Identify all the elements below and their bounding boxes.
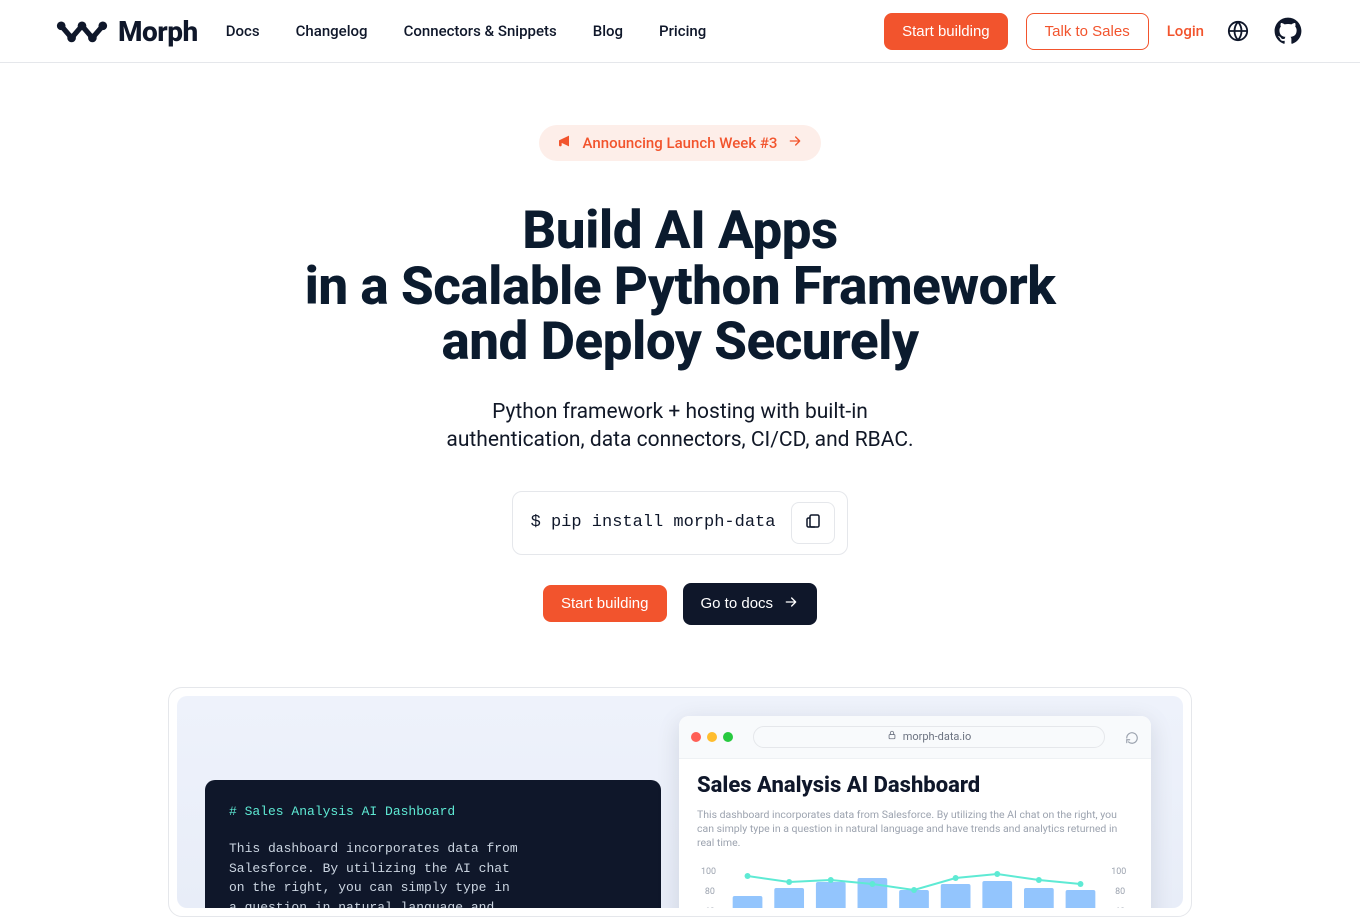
logo-text: Morph	[118, 15, 198, 48]
megaphone-icon	[557, 133, 573, 153]
code-line: on the right, you can simply type in	[229, 878, 637, 898]
code-line: This dashboard incorporates data from	[229, 839, 637, 859]
talk-to-sales-button[interactable]: Talk to Sales	[1026, 13, 1149, 50]
logo-mark-icon	[56, 17, 108, 45]
window-close-icon	[691, 732, 701, 742]
window-controls	[691, 732, 733, 742]
language-globe-icon[interactable]	[1222, 15, 1254, 47]
tick-right: 100	[1111, 867, 1126, 877]
code-line: a question in natural language and	[229, 898, 637, 908]
arrow-right-icon	[783, 594, 799, 614]
cta-row: Start building Go to docs	[543, 583, 817, 625]
code-body: This dashboard incorporates data from Sa…	[229, 839, 637, 908]
login-link[interactable]: Login	[1167, 22, 1204, 40]
go-to-docs-label: Go to docs	[701, 595, 774, 612]
browser-chrome: morph-data.io	[679, 716, 1151, 759]
hero-title-line3: and Deploy Securely	[441, 310, 918, 372]
announcement-pill[interactable]: Announcing Launch Week #3	[539, 125, 822, 161]
tick-left: 60	[705, 907, 715, 908]
hero-title-line2: in a Scalable Python Framework	[305, 255, 1056, 317]
install-command-text: $ pip install morph-data	[531, 513, 776, 532]
hero: Announcing Launch Week #3 Build AI Apps …	[0, 63, 1360, 917]
browser-panel: morph-data.io Sales Analysis AI Dashboar…	[679, 716, 1151, 908]
tick-right: 80	[1115, 887, 1125, 897]
hero-subtitle: Python framework + hosting with built-in…	[446, 398, 913, 455]
clipboard-icon	[804, 512, 822, 533]
nav-connectors[interactable]: Connectors & Snippets	[404, 22, 557, 40]
go-to-docs-button[interactable]: Go to docs	[683, 583, 818, 625]
copy-install-button[interactable]	[791, 502, 835, 544]
browser-url-bar: morph-data.io	[753, 726, 1105, 748]
main-nav: Docs Changelog Connectors & Snippets Blo…	[226, 22, 707, 40]
code-editor-panel: # Sales Analysis AI Dashboard This dashb…	[205, 780, 661, 908]
github-icon[interactable]	[1272, 15, 1304, 47]
lock-icon	[887, 730, 897, 743]
code-line: Salesforce. By utilizing the AI chat	[229, 859, 637, 879]
header-right: Start building Talk to Sales Login	[884, 13, 1304, 50]
logo[interactable]: Morph	[56, 15, 198, 48]
browser-body: Sales Analysis AI Dashboard This dashboa…	[679, 759, 1151, 908]
window-minimize-icon	[707, 732, 717, 742]
demo-card: # Sales Analysis AI Dashboard This dashb…	[168, 687, 1192, 917]
arrow-right-icon	[787, 133, 803, 153]
hero-title: Build AI Apps in a Scalable Python Frame…	[305, 203, 1056, 370]
nav-pricing[interactable]: Pricing	[659, 22, 706, 40]
install-command-box: $ pip install morph-data	[512, 491, 849, 555]
hero-title-line1: Build AI Apps	[522, 199, 837, 261]
tick-right: 60	[1115, 907, 1125, 908]
nav-changelog[interactable]: Changelog	[296, 22, 368, 40]
refresh-icon	[1125, 730, 1139, 744]
demo-inner: # Sales Analysis AI Dashboard This dashb…	[177, 696, 1183, 908]
hero-sub-line2: authentication, data connectors, CI/CD, …	[446, 428, 913, 452]
hero-start-building-button[interactable]: Start building	[543, 585, 667, 622]
header-left: Morph Docs Changelog Connectors & Snippe…	[56, 15, 706, 48]
tick-left: 100	[701, 867, 716, 877]
announcement-text: Announcing Launch Week #3	[583, 134, 778, 152]
nav-blog[interactable]: Blog	[593, 22, 623, 40]
tick-left: 80	[705, 887, 715, 897]
site-header: Morph Docs Changelog Connectors & Snippe…	[0, 0, 1360, 63]
window-maximize-icon	[723, 732, 733, 742]
dashboard-title: Sales Analysis AI Dashboard	[697, 773, 1133, 798]
browser-url-text: morph-data.io	[903, 730, 972, 743]
nav-docs[interactable]: Docs	[226, 22, 260, 40]
header-start-building-button[interactable]: Start building	[884, 13, 1008, 50]
hero-sub-line1: Python framework + hosting with built-in	[492, 400, 868, 424]
dashboard-description: This dashboard incorporates data from Sa…	[697, 808, 1133, 851]
sales-chart: 100 80 60 100 80 60	[697, 864, 1133, 907]
code-title: # Sales Analysis AI Dashboard	[229, 802, 637, 822]
